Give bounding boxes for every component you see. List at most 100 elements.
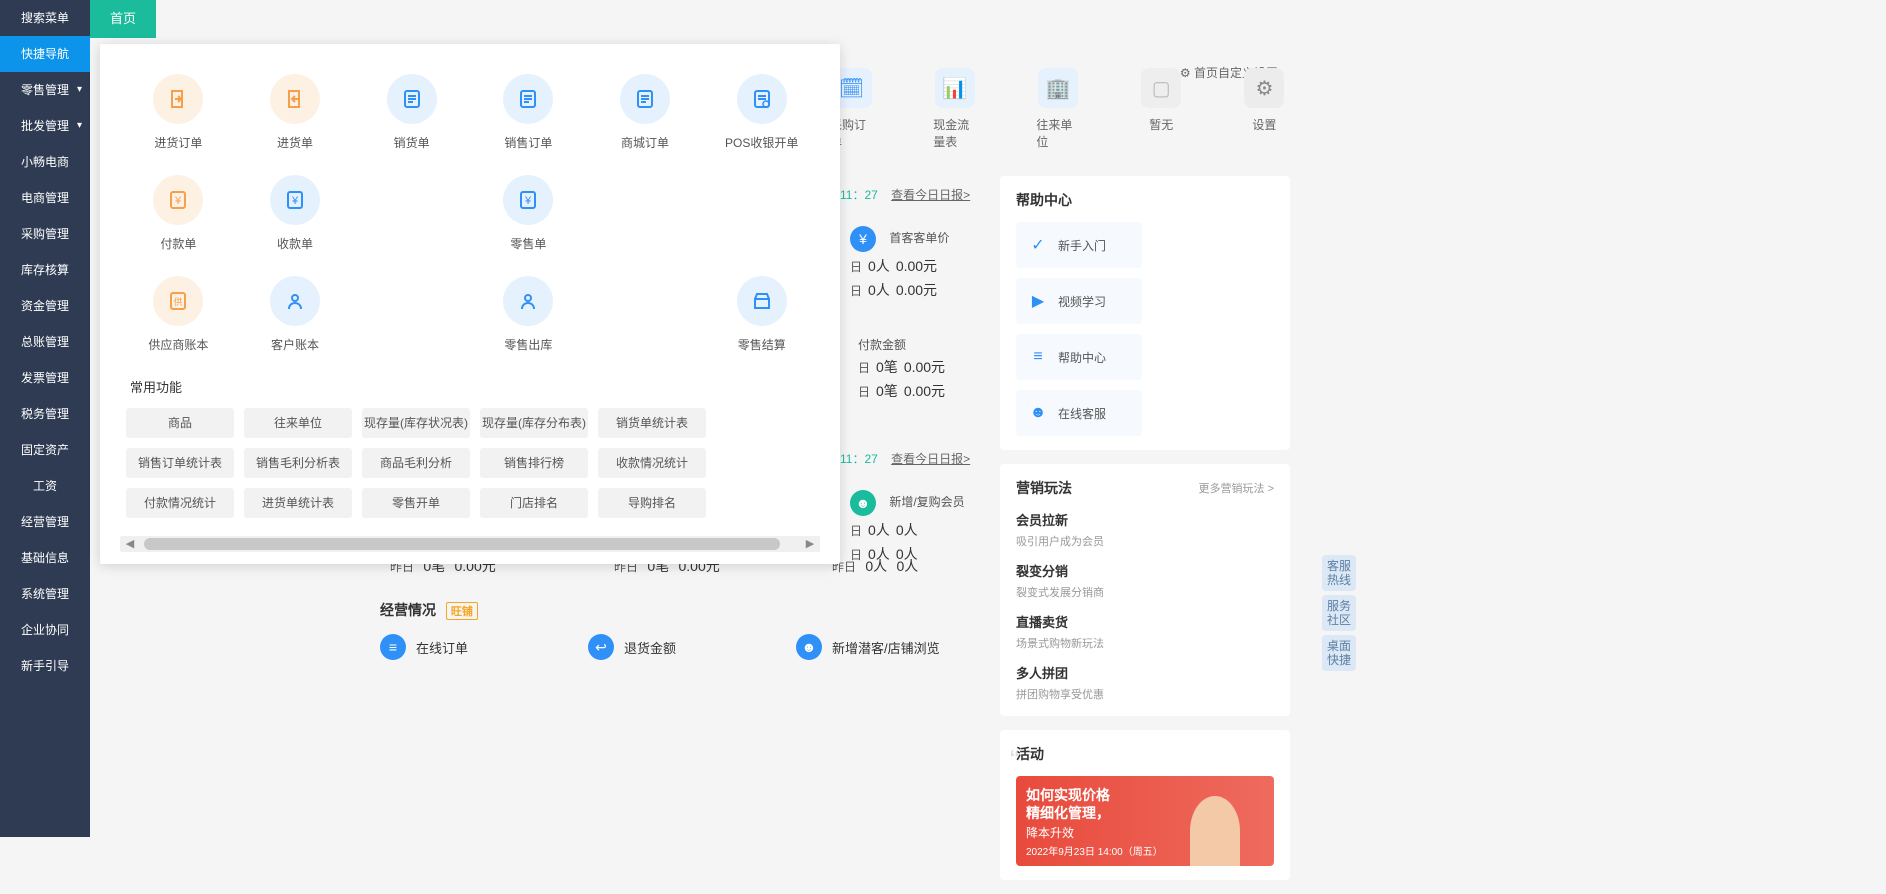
view-report-link-2[interactable]: 查看今日日报>	[891, 452, 970, 466]
flow-node-零售结算[interactable]: 零售结算	[703, 276, 820, 353]
scroll-left-icon[interactable]: ◀	[122, 536, 138, 552]
marketing-item-2[interactable]: 直播卖货场景式购物新玩法	[1016, 612, 1140, 651]
list-icon	[503, 74, 553, 124]
sidebar-item-14[interactable]: 基础信息	[0, 540, 90, 576]
flow-label: 付款单	[160, 235, 196, 252]
flow-node-收款单[interactable]: ¥ 收款单	[237, 175, 354, 252]
arrow-in-icon	[153, 74, 203, 124]
marketing-item-1[interactable]: 裂变分销裂变式发展分销商	[1016, 561, 1140, 600]
flow-node-供应商账本[interactable]: 供供应商账本	[120, 276, 237, 353]
view-report-link-1[interactable]: 查看今日日报>	[891, 188, 970, 202]
flow-node-零售单[interactable]: ¥零售单	[470, 175, 587, 252]
flow-node-销货单[interactable]: 销货单	[353, 74, 470, 151]
side-float-2[interactable]: 桌面快捷	[1322, 635, 1356, 671]
sidebar-item-3[interactable]: 小畅电商	[0, 144, 90, 180]
stat-time-1: 11：27 查看今日日报>	[840, 186, 970, 203]
help-item-2[interactable]: ≡帮助中心	[1016, 334, 1142, 380]
chip-10[interactable]: 付款情况统计	[126, 488, 234, 518]
chip-14[interactable]: 导购排名	[598, 488, 706, 518]
shortcut-1[interactable]: 📊现金流量表	[933, 68, 976, 150]
shop-badge: 旺铺	[446, 602, 478, 620]
flow-node-进货订单[interactable]: 进货订单	[120, 74, 237, 151]
chip-3[interactable]: 现存量(库存分布表)	[480, 408, 588, 438]
shortcut-icon-4: ⚙	[1244, 68, 1284, 108]
chip-13[interactable]: 门店排名	[480, 488, 588, 518]
help-label: 新手入门	[1058, 237, 1106, 254]
chip-11[interactable]: 进货单统计表	[244, 488, 352, 518]
sidebar-item-8[interactable]: 总账管理	[0, 324, 90, 360]
stat-pay-amount: 付款金额 日0笔0.00元 日0笔0.00元	[858, 336, 945, 405]
sidebar-item-5[interactable]: 采购管理	[0, 216, 90, 252]
sidebar-item-15[interactable]: 系统管理	[0, 576, 90, 612]
chip-4[interactable]: 销货单统计表	[598, 408, 706, 438]
help-item-1[interactable]: ▶视频学习	[1016, 278, 1142, 324]
person-icon	[503, 276, 553, 326]
supply-icon: 供	[153, 276, 203, 326]
mega-scrollbar[interactable]: ◀ ▶	[120, 536, 820, 552]
flow-node-零售出库[interactable]: 零售出库	[470, 276, 587, 353]
sidebar-item-4[interactable]: 电商管理	[0, 180, 90, 216]
help-item-3[interactable]: ☻在线客服	[1016, 390, 1142, 436]
chip-2[interactable]: 现存量(库存状况表)	[362, 408, 470, 438]
arrow-out-icon	[270, 74, 320, 124]
flow-node-付款单[interactable]: ¥付款单	[120, 175, 237, 252]
shortcut-label: 往来单位	[1036, 116, 1079, 150]
chip-1[interactable]: 往来单位	[244, 408, 352, 438]
shortcut-icon-3: ▢	[1141, 68, 1181, 108]
flow-node-进货单[interactable]: 进货单	[237, 74, 354, 151]
help-icon-2: ≡	[1026, 345, 1050, 369]
sidebar-item-7[interactable]: 资金管理	[0, 288, 90, 324]
list-check-icon	[737, 74, 787, 124]
sidebar-item-2[interactable]: 批发管理▾	[0, 108, 90, 144]
quick-nav-panel: 进货订单 进货单 销货单 销售订单商城订单POS收银开单 ¥付款单 ¥ 收款单 ¥零售单 供…	[100, 44, 840, 564]
flow-label: 销货单	[394, 134, 430, 151]
stat-yesterday-3: 昨日 0人 0人	[832, 556, 918, 576]
chip-8[interactable]: 销售排行榜	[480, 448, 588, 478]
sidebar-search[interactable]: 搜索菜单	[0, 0, 90, 36]
members-icon: ☻	[850, 490, 876, 516]
flow-node-商城订单[interactable]: 商城订单	[587, 74, 704, 151]
flow-node-销售订单[interactable]: 销售订单	[470, 74, 587, 151]
tab-home[interactable]: 首页	[90, 0, 156, 38]
sidebar-item-11[interactable]: 固定资产	[0, 432, 90, 468]
list-icon	[620, 74, 670, 124]
marketing-item-title: 多人拼团	[1016, 663, 1140, 682]
sidebar-item-16[interactable]: 企业协同	[0, 612, 90, 648]
sidebar-item-12[interactable]: 工资	[0, 468, 90, 504]
chip-12[interactable]: 零售开单	[362, 488, 470, 518]
flow-node-POS收银开单[interactable]: POS收银开单	[703, 74, 820, 151]
activity-banner[interactable]: 如何实现价格 精细化管理， 降本升效 2022年9月23日 14:00（周五）	[1016, 776, 1274, 866]
shortcut-2[interactable]: 🏢往来单位	[1036, 68, 1079, 150]
flow-label: 进货单	[277, 134, 313, 151]
chip-9[interactable]: 收款情况统计	[598, 448, 706, 478]
scroll-thumb[interactable]	[144, 538, 780, 550]
svg-text:¥: ¥	[291, 195, 299, 207]
side-float-1[interactable]: 服务社区	[1322, 595, 1356, 631]
marketing-item-0[interactable]: 会员拉新吸引用户成为会员	[1016, 510, 1140, 549]
flow-label: 收款单	[277, 235, 313, 252]
sidebar-item-10[interactable]: 税务管理	[0, 396, 90, 432]
shortcut-4[interactable]: ⚙设置	[1243, 68, 1286, 150]
marketing-item-3[interactable]: 多人拼团拼团购物享受优惠	[1016, 663, 1140, 702]
shortcut-3[interactable]: ▢暂无	[1140, 68, 1183, 150]
help-icon-1: ▶	[1026, 289, 1050, 313]
sidebar-item-6[interactable]: 库存核算	[0, 252, 90, 288]
side-float-0[interactable]: 客服热线	[1322, 555, 1356, 591]
visitor-icon: ☻	[796, 634, 822, 660]
chip-0[interactable]: 商品	[126, 408, 234, 438]
chip-7[interactable]: 商品毛利分析	[362, 448, 470, 478]
scroll-right-icon[interactable]: ▶	[802, 536, 818, 552]
flow-node-客户账本[interactable]: 客户账本	[237, 276, 354, 353]
sidebar-item-9[interactable]: 发票管理	[0, 360, 90, 396]
sidebar-item-1[interactable]: 零售管理▾	[0, 72, 90, 108]
marketing-more-link[interactable]: 更多营销玩法 >	[1199, 480, 1274, 496]
chip-5[interactable]: 销售订单统计表	[126, 448, 234, 478]
sidebar-item-17[interactable]: 新手引导	[0, 648, 90, 684]
shortcut-bar: 🗓采购订单📊现金流量表🏢往来单位▢暂无⚙设置	[830, 68, 1286, 150]
svg-text:供: 供	[174, 296, 183, 307]
sidebar-item-13[interactable]: 经营管理	[0, 504, 90, 540]
chip-6[interactable]: 销售毛利分析表	[244, 448, 352, 478]
flow-label: 进货订单	[154, 134, 202, 151]
sidebar-item-0[interactable]: 快捷导航	[0, 36, 90, 72]
help-item-0[interactable]: ✓新手入门	[1016, 222, 1142, 268]
